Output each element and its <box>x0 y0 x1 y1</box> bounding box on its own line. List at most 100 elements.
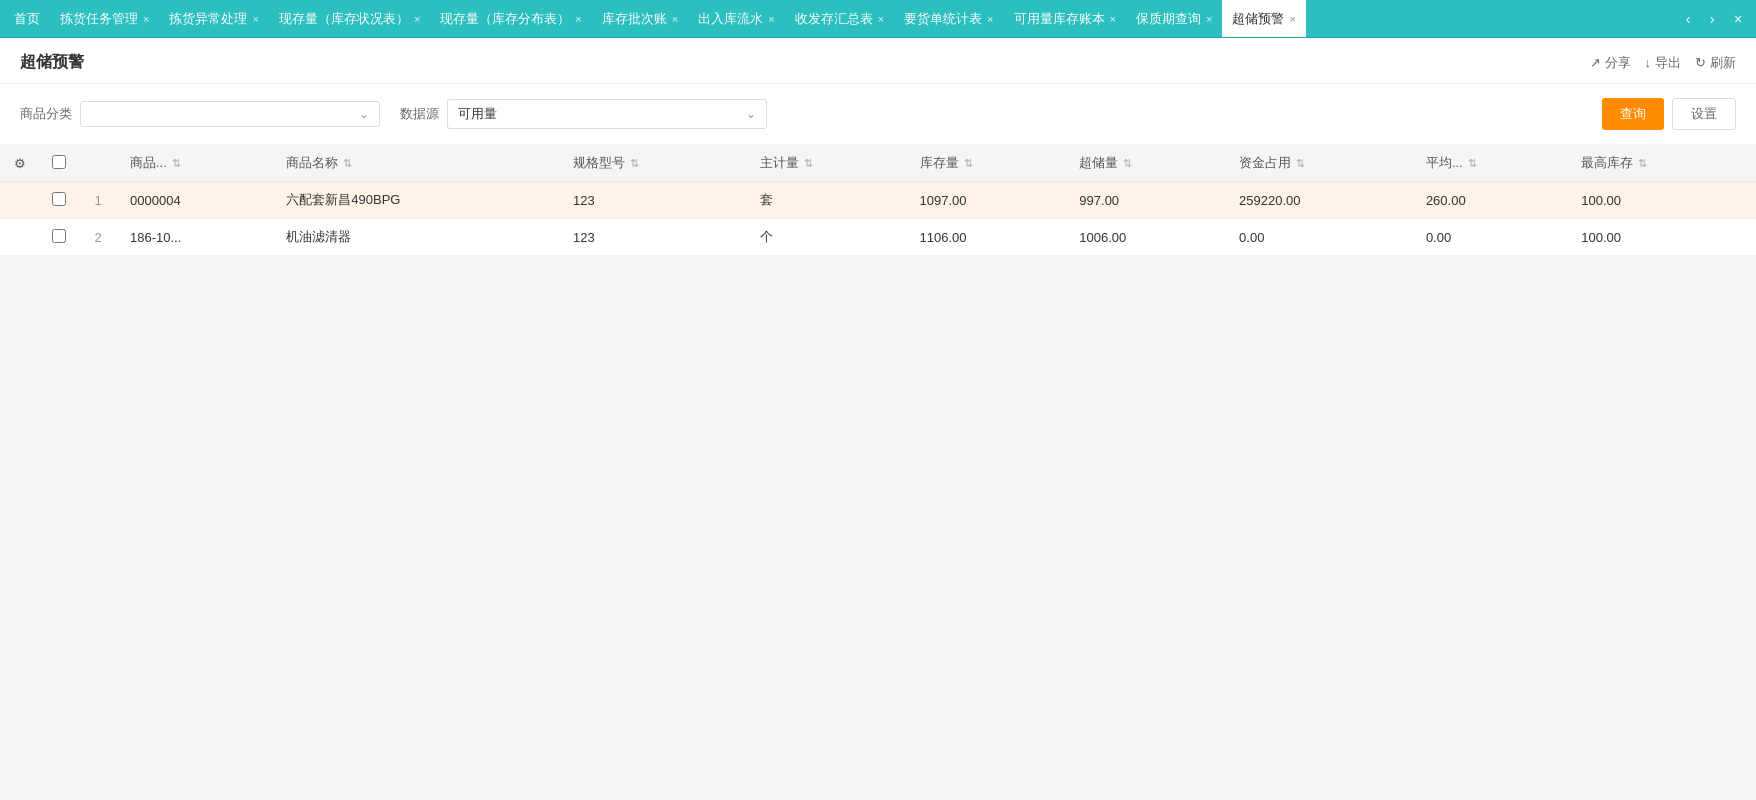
datasource-value: 可用量 <box>458 105 497 123</box>
nav-item-7[interactable]: 收发存汇总表 × <box>785 0 894 38</box>
category-select[interactable]: ⌄ <box>80 101 380 127</box>
page-header: 超储预警 ↗ 分享 ↓ 导出 ↻ 刷新 <box>0 38 1756 84</box>
row-avg: 0.00 <box>1414 219 1569 256</box>
filter-area: 商品分类 ⌄ 数据源 可用量 ⌄ 查询 设置 <box>0 84 1756 145</box>
close-icon[interactable]: × <box>414 13 420 25</box>
nav-item-2[interactable]: 拣货异常处理 × <box>159 0 268 38</box>
data-table: ⚙ 商品... ⇅ 商品名称 <box>0 145 1756 256</box>
row-maxstock: 100.00 <box>1569 182 1756 219</box>
sort-icon: ⇅ <box>1296 157 1305 170</box>
table-wrapper: ⚙ 商品... ⇅ 商品名称 <box>0 145 1756 256</box>
row-checkbox[interactable] <box>52 192 66 206</box>
sort-icon: ⇅ <box>964 157 973 170</box>
nav-item-3[interactable]: 现存量（库存状况表） × <box>269 0 430 38</box>
datasource-label: 数据源 <box>400 105 439 123</box>
row-product-code: 0000004 <box>118 182 274 219</box>
gear-icon[interactable]: ⚙ <box>14 156 26 171</box>
filter-actions: 查询 设置 <box>1602 98 1736 130</box>
datasource-select[interactable]: 可用量 ⌄ <box>447 99 767 129</box>
sort-icon: ⇅ <box>172 157 181 170</box>
nav-arrows: ‹ › × <box>1676 0 1752 38</box>
row-overstock: 1006.00 <box>1067 219 1227 256</box>
row-maxstock: 100.00 <box>1569 219 1756 256</box>
refresh-button[interactable]: ↻ 刷新 <box>1695 54 1736 72</box>
setting-button[interactable]: 设置 <box>1672 98 1736 130</box>
row-product-name: 机油滤清器 <box>274 219 561 256</box>
overstock-column-header[interactable]: 超储量 ⇅ <box>1067 145 1227 182</box>
nav-item-1[interactable]: 拣货任务管理 × <box>50 0 159 38</box>
row-checkbox-cell <box>40 182 78 219</box>
nav-next-button[interactable]: › <box>1700 0 1724 38</box>
close-icon[interactable]: × <box>768 13 774 25</box>
capital-column-header[interactable]: 资金占用 ⇅ <box>1227 145 1414 182</box>
nav-item-4[interactable]: 现存量（库存分布表） × <box>430 0 591 38</box>
row-spec: 123 <box>561 219 748 256</box>
table-header-row: ⚙ 商品... ⇅ 商品名称 <box>0 145 1756 182</box>
row-capital: 0.00 <box>1227 219 1414 256</box>
page-wrapper: 超储预警 ↗ 分享 ↓ 导出 ↻ 刷新 商品分类 ⌄ 数据源 <box>0 38 1756 256</box>
nav-item-6[interactable]: 出入库流水 × <box>688 0 784 38</box>
nav-item-8[interactable]: 要货单统计表 × <box>894 0 1003 38</box>
chevron-down-icon: ⌄ <box>746 107 756 121</box>
row-stock: 1097.00 <box>908 182 1068 219</box>
unit-column-header[interactable]: 主计量 ⇅ <box>748 145 908 182</box>
table-row: 1 0000004 六配套新昌490BPG 123 套 1097.00 997.… <box>0 182 1756 219</box>
nav-item-active[interactable]: 超储预警 × <box>1222 0 1305 38</box>
row-avg: 260.00 <box>1414 182 1569 219</box>
product-name-column-header[interactable]: 商品名称 ⇅ <box>274 145 561 182</box>
refresh-icon: ↻ <box>1695 55 1706 70</box>
rownum-column-header <box>78 145 118 182</box>
close-icon[interactable]: × <box>1289 13 1295 25</box>
avg-column-header[interactable]: 平均... ⇅ <box>1414 145 1569 182</box>
row-number: 2 <box>78 219 118 256</box>
row-unit: 个 <box>748 219 908 256</box>
product-code-column-header[interactable]: 商品... ⇅ <box>118 145 274 182</box>
close-icon[interactable]: × <box>252 13 258 25</box>
export-button[interactable]: ↓ 导出 <box>1645 54 1682 72</box>
chevron-down-icon: ⌄ <box>359 107 369 121</box>
sort-icon: ⇅ <box>343 157 352 170</box>
close-icon[interactable]: × <box>878 13 884 25</box>
sort-icon: ⇅ <box>804 157 813 170</box>
row-checkbox-cell <box>40 219 78 256</box>
table-body: 1 0000004 六配套新昌490BPG 123 套 1097.00 997.… <box>0 182 1756 256</box>
share-button[interactable]: ↗ 分享 <box>1590 54 1631 72</box>
nav-close-all-button[interactable]: × <box>1724 0 1752 38</box>
close-icon[interactable]: × <box>575 13 581 25</box>
row-overstock: 997.00 <box>1067 182 1227 219</box>
stock-column-header[interactable]: 库存量 ⇅ <box>908 145 1068 182</box>
close-icon[interactable]: × <box>143 13 149 25</box>
category-label: 商品分类 <box>20 105 72 123</box>
datasource-filter: 数据源 可用量 ⌄ <box>400 99 767 129</box>
row-spec: 123 <box>561 182 748 219</box>
share-icon: ↗ <box>1590 55 1601 70</box>
spec-column-header[interactable]: 规格型号 ⇅ <box>561 145 748 182</box>
close-icon[interactable]: × <box>1110 13 1116 25</box>
page-title: 超储预警 <box>20 52 84 73</box>
row-gear <box>0 182 40 219</box>
sort-icon: ⇅ <box>1468 157 1477 170</box>
row-unit: 套 <box>748 182 908 219</box>
query-button[interactable]: 查询 <box>1602 98 1664 130</box>
gear-column-header: ⚙ <box>0 145 40 182</box>
nav-item-9[interactable]: 可用量库存账本 × <box>1004 0 1126 38</box>
checkbox-column-header <box>40 145 78 182</box>
nav-item-home[interactable]: 首页 <box>4 0 50 38</box>
sort-icon: ⇅ <box>1638 157 1647 170</box>
nav-bar: 首页 拣货任务管理 × 拣货异常处理 × 现存量（库存状况表） × 现存量（库存… <box>0 0 1756 38</box>
row-number: 1 <box>78 182 118 219</box>
maxstock-column-header[interactable]: 最高库存 ⇅ <box>1569 145 1756 182</box>
close-icon[interactable]: × <box>672 13 678 25</box>
select-all-checkbox[interactable] <box>52 155 66 169</box>
row-capital: 259220.00 <box>1227 182 1414 219</box>
nav-item-10[interactable]: 保质期查询 × <box>1126 0 1222 38</box>
sort-icon: ⇅ <box>1123 157 1132 170</box>
category-filter: 商品分类 ⌄ <box>20 101 380 127</box>
close-icon[interactable]: × <box>987 13 993 25</box>
row-checkbox[interactable] <box>52 229 66 243</box>
close-icon[interactable]: × <box>1206 13 1212 25</box>
row-product-name: 六配套新昌490BPG <box>274 182 561 219</box>
sort-icon: ⇅ <box>630 157 639 170</box>
nav-item-5[interactable]: 库存批次账 × <box>592 0 688 38</box>
nav-prev-button[interactable]: ‹ <box>1676 0 1700 38</box>
